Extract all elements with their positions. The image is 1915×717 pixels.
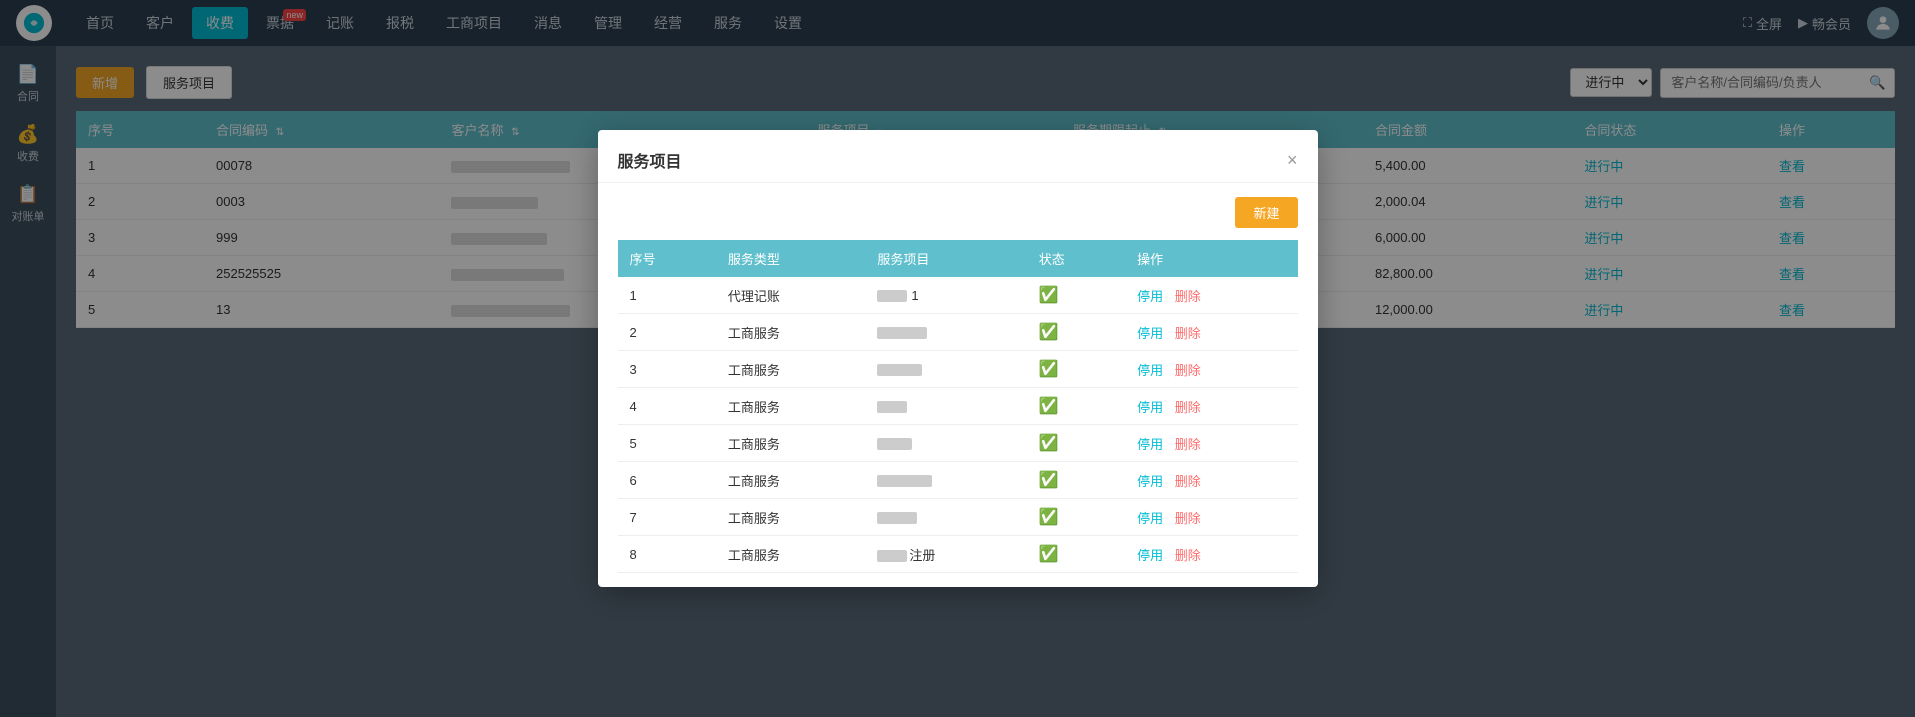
status-check-icon: ✅ bbox=[1039, 287, 1059, 304]
stop-button[interactable]: 停用 bbox=[1137, 326, 1163, 341]
dialog-table-row: 5 工商服务 ✅ 停用 删除 bbox=[618, 425, 1298, 462]
dialog-cell-status: ✅ bbox=[1027, 314, 1125, 351]
dialog-cell-seq: 4 bbox=[618, 388, 716, 425]
dialog-col-action: 操作 bbox=[1125, 240, 1297, 277]
dialog-table-row: 8 工商服务 注册 ✅ 停用 删除 bbox=[618, 536, 1298, 573]
dialog-cell-action[interactable]: 停用 删除 bbox=[1125, 314, 1297, 351]
dialog-cell-seq: 3 bbox=[618, 351, 716, 388]
status-check-icon: ✅ bbox=[1039, 361, 1059, 378]
status-check-icon: ✅ bbox=[1039, 324, 1059, 341]
stop-button[interactable]: 停用 bbox=[1137, 548, 1163, 563]
dialog-cell-item bbox=[865, 314, 1026, 351]
dialog-cell-action[interactable]: 停用 删除 bbox=[1125, 462, 1297, 499]
dialog-cell-status: ✅ bbox=[1027, 499, 1125, 536]
dialog-cell-type: 工商服务 bbox=[716, 351, 866, 388]
delete-button[interactable]: 删除 bbox=[1175, 363, 1201, 378]
delete-button[interactable]: 删除 bbox=[1175, 437, 1201, 452]
dialog-cell-seq: 6 bbox=[618, 462, 716, 499]
dialog-col-item: 服务项目 bbox=[865, 240, 1026, 277]
delete-button[interactable]: 删除 bbox=[1175, 289, 1201, 304]
dialog-table-row: 1 代理记账 1 ✅ 停用 删除 bbox=[618, 277, 1298, 314]
dialog-cell-seq: 5 bbox=[618, 425, 716, 462]
dialog-header: 服务项目 × bbox=[598, 130, 1318, 183]
stop-button[interactable]: 停用 bbox=[1137, 289, 1163, 304]
dialog-cell-status: ✅ bbox=[1027, 425, 1125, 462]
dialog-cell-status: ✅ bbox=[1027, 388, 1125, 425]
delete-button[interactable]: 删除 bbox=[1175, 474, 1201, 489]
dialog-cell-action[interactable]: 停用 删除 bbox=[1125, 499, 1297, 536]
dialog-col-seq: 序号 bbox=[618, 240, 716, 277]
dialog-cell-item bbox=[865, 425, 1026, 462]
dialog-cell-seq: 1 bbox=[618, 277, 716, 314]
dialog-cell-seq: 7 bbox=[618, 499, 716, 536]
dialog-cell-item bbox=[865, 462, 1026, 499]
delete-button[interactable]: 删除 bbox=[1175, 511, 1201, 526]
dialog-cell-status: ✅ bbox=[1027, 462, 1125, 499]
dialog-table-row: 7 工商服务 ✅ 停用 删除 bbox=[618, 499, 1298, 536]
service-dialog: 服务项目 × 新建 序号 服务类型 服务项目 状态 操作 1 bbox=[598, 130, 1318, 587]
dialog-body: 新建 序号 服务类型 服务项目 状态 操作 1 代理记账 1 ✅ bbox=[598, 183, 1318, 587]
dialog-table-row: 4 工商服务 ✅ 停用 删除 bbox=[618, 388, 1298, 425]
stop-button[interactable]: 停用 bbox=[1137, 511, 1163, 526]
dialog-close-button[interactable]: × bbox=[1287, 150, 1298, 171]
dialog-cell-action[interactable]: 停用 删除 bbox=[1125, 388, 1297, 425]
dialog-cell-action[interactable]: 停用 删除 bbox=[1125, 536, 1297, 573]
dialog-toolbar: 新建 bbox=[618, 197, 1298, 228]
status-check-icon: ✅ bbox=[1039, 398, 1059, 415]
dialog-title: 服务项目 bbox=[618, 148, 682, 172]
dialog-table-row: 6 工商服务 ✅ 停用 删除 bbox=[618, 462, 1298, 499]
status-check-icon: ✅ bbox=[1039, 509, 1059, 526]
stop-button[interactable]: 停用 bbox=[1137, 437, 1163, 452]
dialog-cell-item bbox=[865, 388, 1026, 425]
dialog-table-row: 2 工商服务 ✅ 停用 删除 bbox=[618, 314, 1298, 351]
dialog-col-type: 服务类型 bbox=[716, 240, 866, 277]
dialog-cell-type: 工商服务 bbox=[716, 388, 866, 425]
delete-button[interactable]: 删除 bbox=[1175, 326, 1201, 341]
delete-button[interactable]: 删除 bbox=[1175, 548, 1201, 563]
dialog-new-button[interactable]: 新建 bbox=[1235, 197, 1297, 228]
dialog-cell-type: 工商服务 bbox=[716, 462, 866, 499]
dialog-table-row: 3 工商服务 ✅ 停用 删除 bbox=[618, 351, 1298, 388]
stop-button[interactable]: 停用 bbox=[1137, 363, 1163, 378]
dialog-cell-item bbox=[865, 351, 1026, 388]
dialog-cell-status: ✅ bbox=[1027, 351, 1125, 388]
stop-button[interactable]: 停用 bbox=[1137, 400, 1163, 415]
dialog-cell-status: ✅ bbox=[1027, 536, 1125, 573]
dialog-cell-type: 工商服务 bbox=[716, 499, 866, 536]
dialog-cell-item: 注册 bbox=[865, 536, 1026, 573]
dialog-cell-item: 1 bbox=[865, 277, 1026, 314]
dialog-cell-seq: 2 bbox=[618, 314, 716, 351]
dialog-cell-status: ✅ bbox=[1027, 277, 1125, 314]
dialog-table: 序号 服务类型 服务项目 状态 操作 1 代理记账 1 ✅ 停用 删除 2 工商… bbox=[618, 240, 1298, 573]
dialog-col-status: 状态 bbox=[1027, 240, 1125, 277]
status-check-icon: ✅ bbox=[1039, 435, 1059, 452]
dialog-cell-type: 工商服务 bbox=[716, 425, 866, 462]
stop-button[interactable]: 停用 bbox=[1137, 474, 1163, 489]
delete-button[interactable]: 删除 bbox=[1175, 400, 1201, 415]
status-check-icon: ✅ bbox=[1039, 472, 1059, 489]
dialog-cell-action[interactable]: 停用 删除 bbox=[1125, 277, 1297, 314]
dialog-cell-item bbox=[865, 499, 1026, 536]
dialog-cell-action[interactable]: 停用 删除 bbox=[1125, 351, 1297, 388]
modal-overlay[interactable]: 服务项目 × 新建 序号 服务类型 服务项目 状态 操作 1 bbox=[0, 0, 1915, 717]
dialog-cell-seq: 8 bbox=[618, 536, 716, 573]
dialog-cell-type: 工商服务 bbox=[716, 314, 866, 351]
dialog-cell-action[interactable]: 停用 删除 bbox=[1125, 425, 1297, 462]
status-check-icon: ✅ bbox=[1039, 546, 1059, 563]
dialog-cell-type: 代理记账 bbox=[716, 277, 866, 314]
dialog-cell-type: 工商服务 bbox=[716, 536, 866, 573]
